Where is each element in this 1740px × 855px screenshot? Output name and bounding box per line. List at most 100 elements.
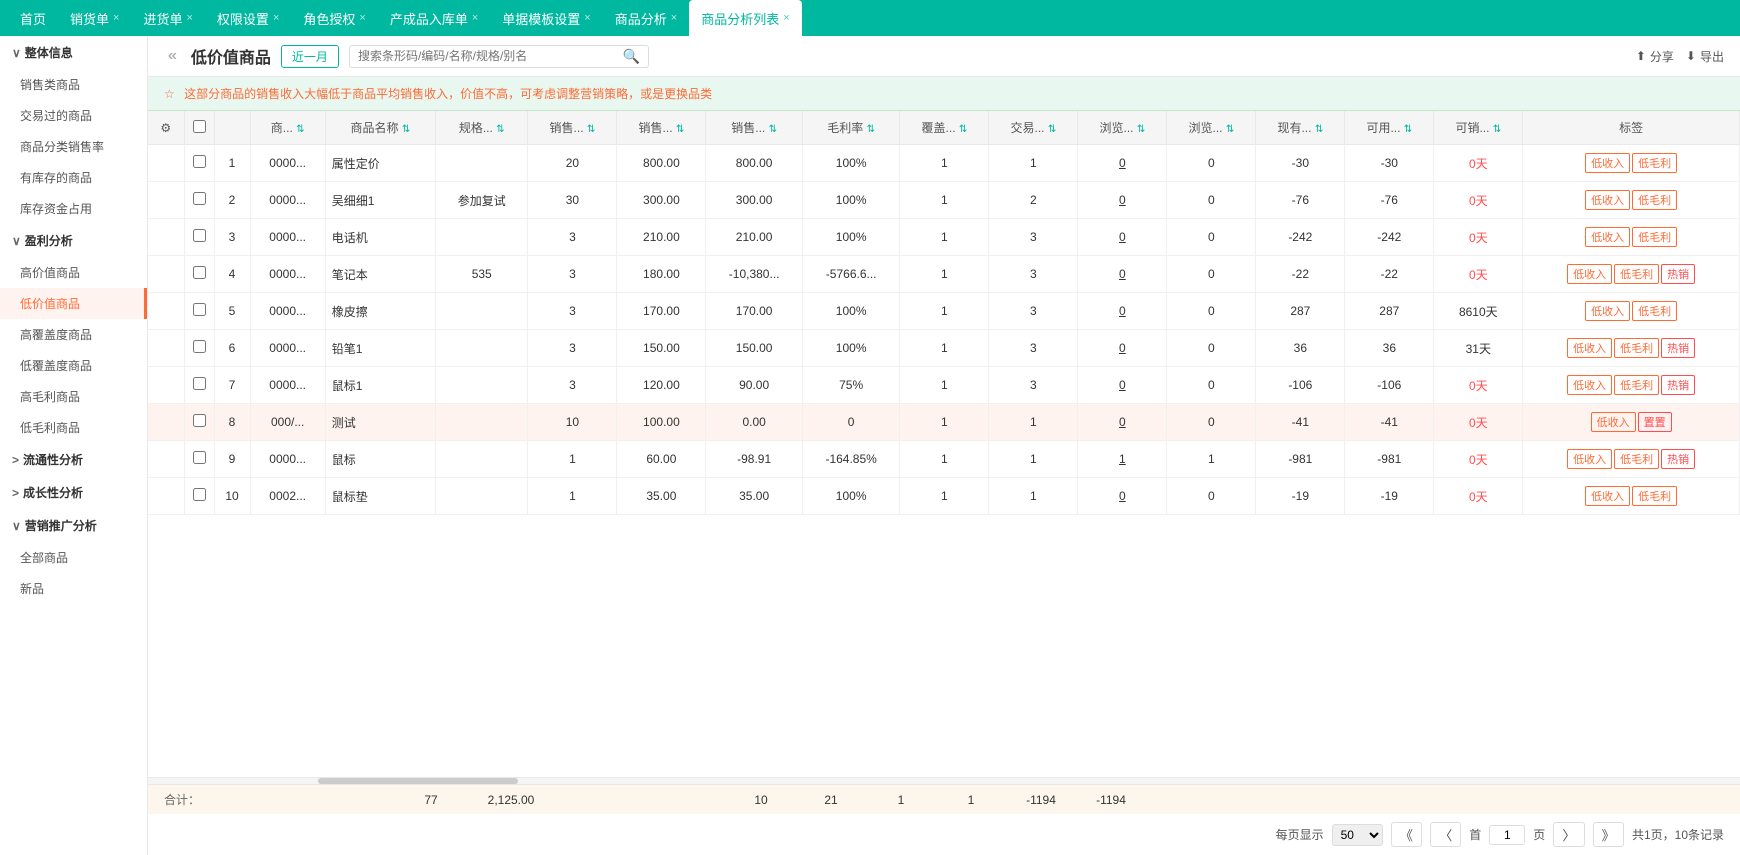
nav-purchase[interactable]: 进货单 × bbox=[131, 0, 204, 36]
sidebar-item-all-goods[interactable]: 全部商品 bbox=[0, 542, 147, 573]
col-sales1[interactable]: 销售... ⇅ bbox=[528, 111, 617, 145]
col-browse1[interactable]: 浏览... ⇅ bbox=[1078, 111, 1167, 145]
col-name[interactable]: 商品名称 ⇅ bbox=[325, 111, 435, 145]
col-code[interactable]: 商... ⇅ bbox=[250, 111, 325, 145]
col-spec[interactable]: 规格... ⇅ bbox=[435, 111, 527, 145]
sidebar-item-high-coverage[interactable]: 高覆盖度商品 bbox=[0, 319, 147, 350]
tag-低毛利: 低毛利 bbox=[1632, 227, 1677, 247]
table-container: ⚙ 商... ⇅ 商品名称 ⇅ 规格... ⇅ 销售... ⇅ 销售... ⇅ … bbox=[148, 111, 1740, 777]
cell-name: 鼠标1 bbox=[325, 367, 435, 404]
sidebar-item-low-value[interactable]: 低价值商品 bbox=[0, 288, 147, 319]
cell-browse1[interactable]: 0 bbox=[1078, 293, 1167, 330]
sidebar-item-stock-capital[interactable]: 库存资金占用 bbox=[0, 193, 147, 224]
nav-role[interactable]: 角色授权 × bbox=[291, 0, 377, 36]
sidebar-group-overall[interactable]: ∨ 整体信息 bbox=[0, 36, 147, 69]
sidebar-group-profit[interactable]: ∨ 盈利分析 bbox=[0, 224, 147, 257]
col-sales3[interactable]: 销售... ⇅ bbox=[706, 111, 803, 145]
col-stock1[interactable]: 现有... ⇅ bbox=[1256, 111, 1345, 145]
nav-sales[interactable]: 销货单 × bbox=[58, 0, 131, 36]
export-button[interactable]: ⬇ 导出 bbox=[1686, 48, 1724, 65]
cell-browse1[interactable]: 0 bbox=[1078, 219, 1167, 256]
prev-page-button[interactable]: 〈 bbox=[1430, 822, 1461, 847]
col-trade[interactable]: 交易... ⇅ bbox=[989, 111, 1078, 145]
nav-analysis-close[interactable]: × bbox=[671, 12, 677, 24]
col-stock3[interactable]: 可销... ⇅ bbox=[1434, 111, 1523, 145]
cell-name: 笔记本 bbox=[325, 256, 435, 293]
cell-browse1[interactable]: 0 bbox=[1078, 182, 1167, 219]
nav-permission-close[interactable]: × bbox=[273, 12, 279, 24]
col-sales2[interactable]: 销售... ⇅ bbox=[617, 111, 706, 145]
sidebar-item-low-coverage[interactable]: 低覆盖度商品 bbox=[0, 350, 147, 381]
col-stock2[interactable]: 可用... ⇅ bbox=[1345, 111, 1434, 145]
search-box: 🔍 bbox=[349, 45, 649, 68]
cell-days: 0天 bbox=[1434, 182, 1523, 219]
per-page-select[interactable]: 50 100 200 bbox=[1332, 824, 1383, 846]
sidebar-item-new-goods[interactable]: 新品 bbox=[0, 573, 147, 604]
cell-margin: -5766.6... bbox=[802, 256, 900, 293]
cell-margin: 100% bbox=[802, 145, 900, 182]
col-checkbox[interactable] bbox=[184, 111, 214, 145]
nav-warehouse-close[interactable]: × bbox=[472, 12, 478, 24]
cell-checkbox[interactable] bbox=[184, 219, 214, 256]
cell-stock1: 36 bbox=[1256, 330, 1345, 367]
cell-browse1[interactable]: 0 bbox=[1078, 367, 1167, 404]
cell-code: 0002... bbox=[250, 478, 325, 515]
nav-purchase-close[interactable]: × bbox=[186, 12, 192, 24]
nav-sales-close[interactable]: × bbox=[113, 12, 119, 24]
cell-checkbox[interactable] bbox=[184, 330, 214, 367]
nav-analysis[interactable]: 商品分析 × bbox=[603, 0, 689, 36]
cell-checkbox[interactable] bbox=[184, 441, 214, 478]
cell-browse2: 0 bbox=[1167, 145, 1256, 182]
last-page-button[interactable]: 》 bbox=[1593, 822, 1624, 847]
select-all-checkbox[interactable] bbox=[193, 120, 206, 133]
cell-checkbox[interactable] bbox=[184, 404, 214, 441]
sidebar-group-marketing[interactable]: ∨ 营销推广分析 bbox=[0, 509, 147, 542]
page-number-input[interactable] bbox=[1489, 825, 1525, 845]
sidebar-item-high-value[interactable]: 高价值商品 bbox=[0, 257, 147, 288]
sidebar-group-growth[interactable]: > 成长性分析 bbox=[0, 476, 147, 509]
search-icon[interactable]: 🔍 bbox=[623, 48, 640, 65]
cell-browse1[interactable]: 0 bbox=[1078, 404, 1167, 441]
nav-warehouse[interactable]: 产成品入库单 × bbox=[378, 0, 490, 36]
cell-browse1[interactable]: 0 bbox=[1078, 478, 1167, 515]
cell-checkbox[interactable] bbox=[184, 182, 214, 219]
cell-browse1[interactable]: 0 bbox=[1078, 256, 1167, 293]
cell-name: 鼠标 bbox=[325, 441, 435, 478]
cell-browse1[interactable]: 0 bbox=[1078, 145, 1167, 182]
sidebar-item-sales-goods[interactable]: 销售类商品 bbox=[0, 69, 147, 100]
cell-checkbox[interactable] bbox=[184, 478, 214, 515]
sidebar-item-category-sales[interactable]: 商品分类销售率 bbox=[0, 131, 147, 162]
sidebar-item-low-margin[interactable]: 低毛利商品 bbox=[0, 412, 147, 443]
cell-browse1[interactable]: 0 bbox=[1078, 330, 1167, 367]
sidebar-item-high-margin[interactable]: 高毛利商品 bbox=[0, 381, 147, 412]
col-browse2[interactable]: 浏览... ⇅ bbox=[1167, 111, 1256, 145]
nav-analysis-list[interactable]: 商品分析列表 × bbox=[689, 0, 801, 36]
col-settings[interactable]: ⚙ bbox=[148, 111, 184, 145]
nav-template-close[interactable]: × bbox=[584, 12, 590, 24]
col-coverage[interactable]: 覆盖... ⇅ bbox=[900, 111, 989, 145]
share-button[interactable]: ⬆ 分享 bbox=[1636, 48, 1674, 65]
nav-template[interactable]: 单据模板设置 × bbox=[490, 0, 602, 36]
nav-permission[interactable]: 权限设置 × bbox=[205, 0, 291, 36]
sidebar-item-stock-goods[interactable]: 有库存的商品 bbox=[0, 162, 147, 193]
nav-analysis-list-close[interactable]: × bbox=[783, 12, 789, 24]
filter-period-button[interactable]: 近一月 bbox=[281, 45, 339, 68]
sidebar-collapse-button[interactable]: « bbox=[164, 47, 181, 65]
cell-checkbox[interactable] bbox=[184, 145, 214, 182]
nav-home[interactable]: 首页 bbox=[8, 0, 58, 36]
cell-checkbox[interactable] bbox=[184, 293, 214, 330]
search-input[interactable] bbox=[358, 49, 623, 63]
nav-role-close[interactable]: × bbox=[359, 12, 365, 24]
col-margin[interactable]: 毛利率 ⇅ bbox=[802, 111, 900, 145]
first-page-button[interactable]: 《 bbox=[1391, 822, 1422, 847]
sidebar-group-circulation[interactable]: > 流通性分析 bbox=[0, 443, 147, 476]
sum-label: 合计： bbox=[164, 791, 324, 808]
cell-browse2: 0 bbox=[1167, 404, 1256, 441]
notice-icon: ☆ bbox=[164, 87, 175, 101]
sidebar-item-traded-goods[interactable]: 交易过的商品 bbox=[0, 100, 147, 131]
cell-trade: 1 bbox=[989, 145, 1078, 182]
cell-checkbox[interactable] bbox=[184, 256, 214, 293]
next-page-button[interactable]: 〉 bbox=[1553, 822, 1584, 847]
cell-browse1[interactable]: 1 bbox=[1078, 441, 1167, 478]
cell-checkbox[interactable] bbox=[184, 367, 214, 404]
